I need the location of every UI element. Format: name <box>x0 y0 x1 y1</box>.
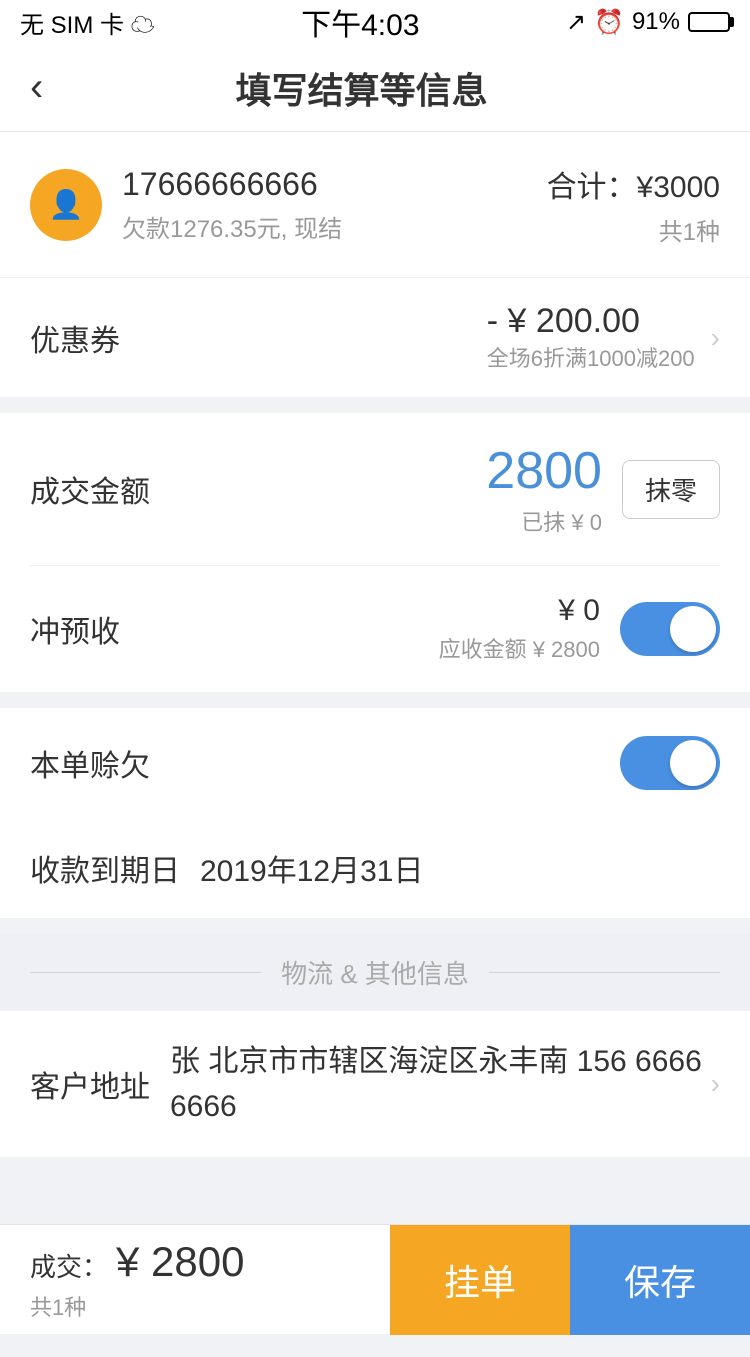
prepay-right: ¥ 0 应收金额 ¥ 2800 <box>439 594 720 664</box>
status-time: 下午4:03 <box>301 0 419 44</box>
prepay-amount: ¥ 0 <box>439 594 600 628</box>
summary-amount: ¥ 2800 <box>116 1238 244 1286</box>
summary-count: 共1种 <box>30 1290 360 1322</box>
coupon-amount: - ¥ 200.00 <box>487 302 695 341</box>
sim-label: 无 SIM 卡 ☁ <box>20 5 155 40</box>
credit-row: 本单赊欠 <box>30 708 720 818</box>
separator-1 <box>0 397 750 413</box>
separator-3 <box>0 918 750 934</box>
customer-total: 合计：¥3000 <box>547 162 720 206</box>
due-date-value: 2019年12月31日 <box>200 846 423 890</box>
summary-deal-label: 成交： <box>30 1247 108 1284</box>
separator-2 <box>0 692 750 708</box>
battery-percent: 91% <box>632 8 680 36</box>
hang-label: 挂单 <box>444 1254 516 1306</box>
back-button[interactable]: ‹ <box>30 65 43 110</box>
toggle-knob <box>670 606 716 652</box>
customer-card: 👤 17666666666 欠款1276.35元, 现结 合计：¥3000 共1… <box>0 132 750 277</box>
logistics-label: 物流 & 其他信息 <box>281 954 469 991</box>
customer-count: 共1种 <box>547 212 720 247</box>
address-content: 张 北京市市辖区海淀区永丰南 156 6666 6666 <box>170 1039 711 1129</box>
due-date-label: 收款到期日 <box>30 846 180 890</box>
credit-label: 本单赊欠 <box>30 741 150 785</box>
battery-icon <box>688 12 730 32</box>
deal-amount-label: 成交金额 <box>30 467 150 511</box>
coupon-label: 优惠券 <box>30 316 120 360</box>
credit-section: 本单赊欠 收款到期日 2019年12月31日 <box>0 708 750 918</box>
deal-amount-right: 2800 已抹 ¥ 0 抹零 <box>486 441 720 537</box>
status-right: ↗ ⏰ 91% <box>566 8 730 37</box>
divider-line-left <box>30 972 261 973</box>
coupon-row[interactable]: 优惠券 - ¥ 200.00 全场6折满1000减200 › <box>0 277 750 397</box>
credit-toggle-knob <box>670 740 716 786</box>
hang-button[interactable]: 挂单 <box>390 1225 570 1335</box>
avatar-icon: 👤 <box>49 188 84 221</box>
coupon-desc: 全场6折满1000减200 <box>487 341 695 373</box>
address-chevron-icon: › <box>711 1068 720 1100</box>
save-button[interactable]: 保存 <box>570 1225 750 1335</box>
save-label: 保存 <box>624 1254 696 1306</box>
page-title: 填写结算等信息 <box>63 62 660 114</box>
deal-amount-section: 成交金额 2800 已抹 ¥ 0 抹零 冲预收 ¥ 0 应收金额 ¥ 2800 <box>0 413 750 692</box>
customer-info: 17666666666 欠款1276.35元, 现结 <box>122 166 342 244</box>
deal-amount-value: 2800 <box>486 441 602 501</box>
avatar: 👤 <box>30 169 102 241</box>
prepay-note: 应收金额 ¥ 2800 <box>439 632 600 664</box>
prepay-label: 冲预收 <box>30 607 120 651</box>
credit-toggle[interactable] <box>620 736 720 790</box>
prepay-toggle[interactable] <box>620 602 720 656</box>
status-left: 无 SIM 卡 ☁ <box>20 5 155 40</box>
due-date-row: 收款到期日 2019年12月31日 <box>30 818 720 918</box>
customer-debt: 欠款1276.35元, 现结 <box>122 209 342 244</box>
bottom-summary: 成交： ¥ 2800 共1种 <box>0 1238 390 1322</box>
customer-total-info: 合计：¥3000 共1种 <box>547 162 720 247</box>
bottom-bar: 成交： ¥ 2800 共1种 挂单 保存 <box>0 1224 750 1334</box>
deal-amount-row: 成交金额 2800 已抹 ¥ 0 抹零 <box>30 413 720 566</box>
status-bar: 无 SIM 卡 ☁ 下午4:03 ↗ ⏰ 91% <box>0 0 750 44</box>
alarm-icon: ⏰ <box>594 8 624 37</box>
address-label: 客户地址 <box>30 1062 150 1106</box>
prepay-amount-wrap: ¥ 0 应收金额 ¥ 2800 <box>439 594 600 664</box>
round-button[interactable]: 抹零 <box>622 460 720 519</box>
coupon-right: - ¥ 200.00 全场6折满1000减200 › <box>487 302 720 373</box>
coupon-chevron-icon: › <box>711 322 720 354</box>
location-icon: ↗ <box>566 8 586 37</box>
logistics-divider: 物流 & 其他信息 <box>0 934 750 1011</box>
nav-bar: ‹ 填写结算等信息 <box>0 44 750 132</box>
deal-amount-note: 已抹 ¥ 0 <box>486 505 602 537</box>
divider-line-right <box>489 972 720 973</box>
customer-phone: 17666666666 <box>122 166 342 203</box>
address-row[interactable]: 客户地址 张 北京市市辖区海淀区永丰南 156 6666 6666 › <box>0 1011 750 1157</box>
customer-info-left: 👤 17666666666 欠款1276.35元, 现结 <box>30 166 342 244</box>
prepay-row: 冲预收 ¥ 0 应收金额 ¥ 2800 <box>30 566 720 692</box>
